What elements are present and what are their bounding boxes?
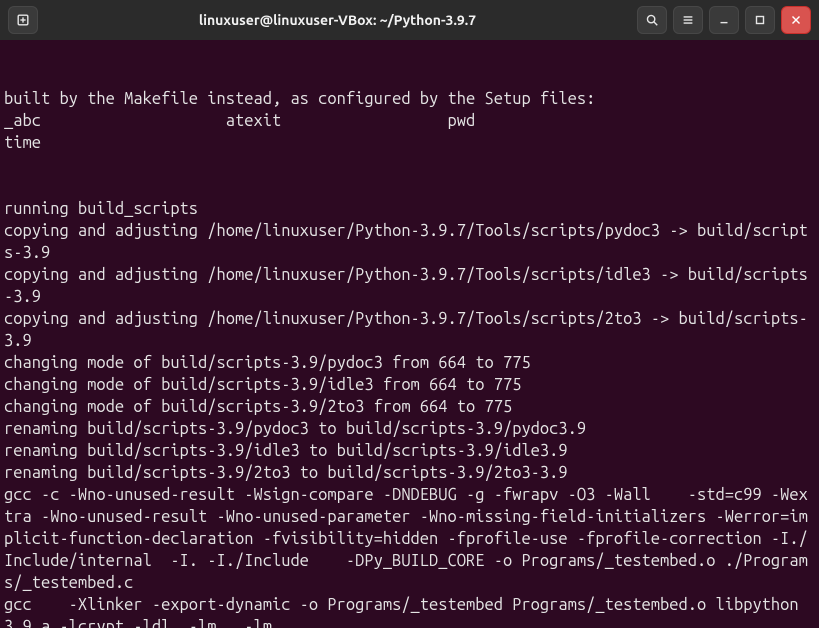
close-icon [789,13,803,27]
terminal-line: time [4,132,815,154]
new-tab-button[interactable] [8,6,38,34]
terminal-line [4,176,815,198]
terminal-line: running build_scripts [4,198,815,220]
terminal-line: changing mode of build/scripts-3.9/pydoc… [4,352,815,374]
terminal-line: renaming build/scripts-3.9/idle3 to buil… [4,440,815,462]
terminal-line: _abc atexit pwd [4,110,815,132]
terminal-line: changing mode of build/scripts-3.9/2to3 … [4,396,815,418]
terminal-line: gcc -c -Wno-unused-result -Wsign-compare… [4,484,815,594]
new-tab-icon [16,13,30,27]
window-titlebar: linuxuser@linuxuser-VBox: ~/Python-3.9.7 [0,0,819,40]
minimize-button[interactable] [709,6,739,34]
terminal-line: copying and adjusting /home/linuxuser/Py… [4,220,815,264]
titlebar-right-group [637,6,811,34]
terminal-line: built by the Makefile instead, as config… [4,88,815,110]
minimize-icon [717,13,731,27]
terminal-line: changing mode of build/scripts-3.9/idle3… [4,374,815,396]
terminal-line [4,154,815,176]
close-button[interactable] [781,6,811,34]
terminal-line: gcc -Xlinker -export-dynamic -o Programs… [4,594,815,628]
terminal-line: copying and adjusting /home/linuxuser/Py… [4,264,815,308]
terminal-line: renaming build/scripts-3.9/2to3 to build… [4,462,815,484]
maximize-icon [753,13,767,27]
terminal-area[interactable]: built by the Makefile instead, as config… [0,40,819,628]
search-icon [645,13,659,27]
terminal-output: built by the Makefile instead, as config… [4,88,815,628]
terminal-line: copying and adjusting /home/linuxuser/Py… [4,308,815,352]
titlebar-left-group [8,6,38,34]
menu-button[interactable] [673,6,703,34]
hamburger-icon [681,13,695,27]
maximize-button[interactable] [745,6,775,34]
terminal-line: renaming build/scripts-3.9/pydoc3 to bui… [4,418,815,440]
search-button[interactable] [637,6,667,34]
window-title: linuxuser@linuxuser-VBox: ~/Python-3.9.7 [44,12,631,28]
